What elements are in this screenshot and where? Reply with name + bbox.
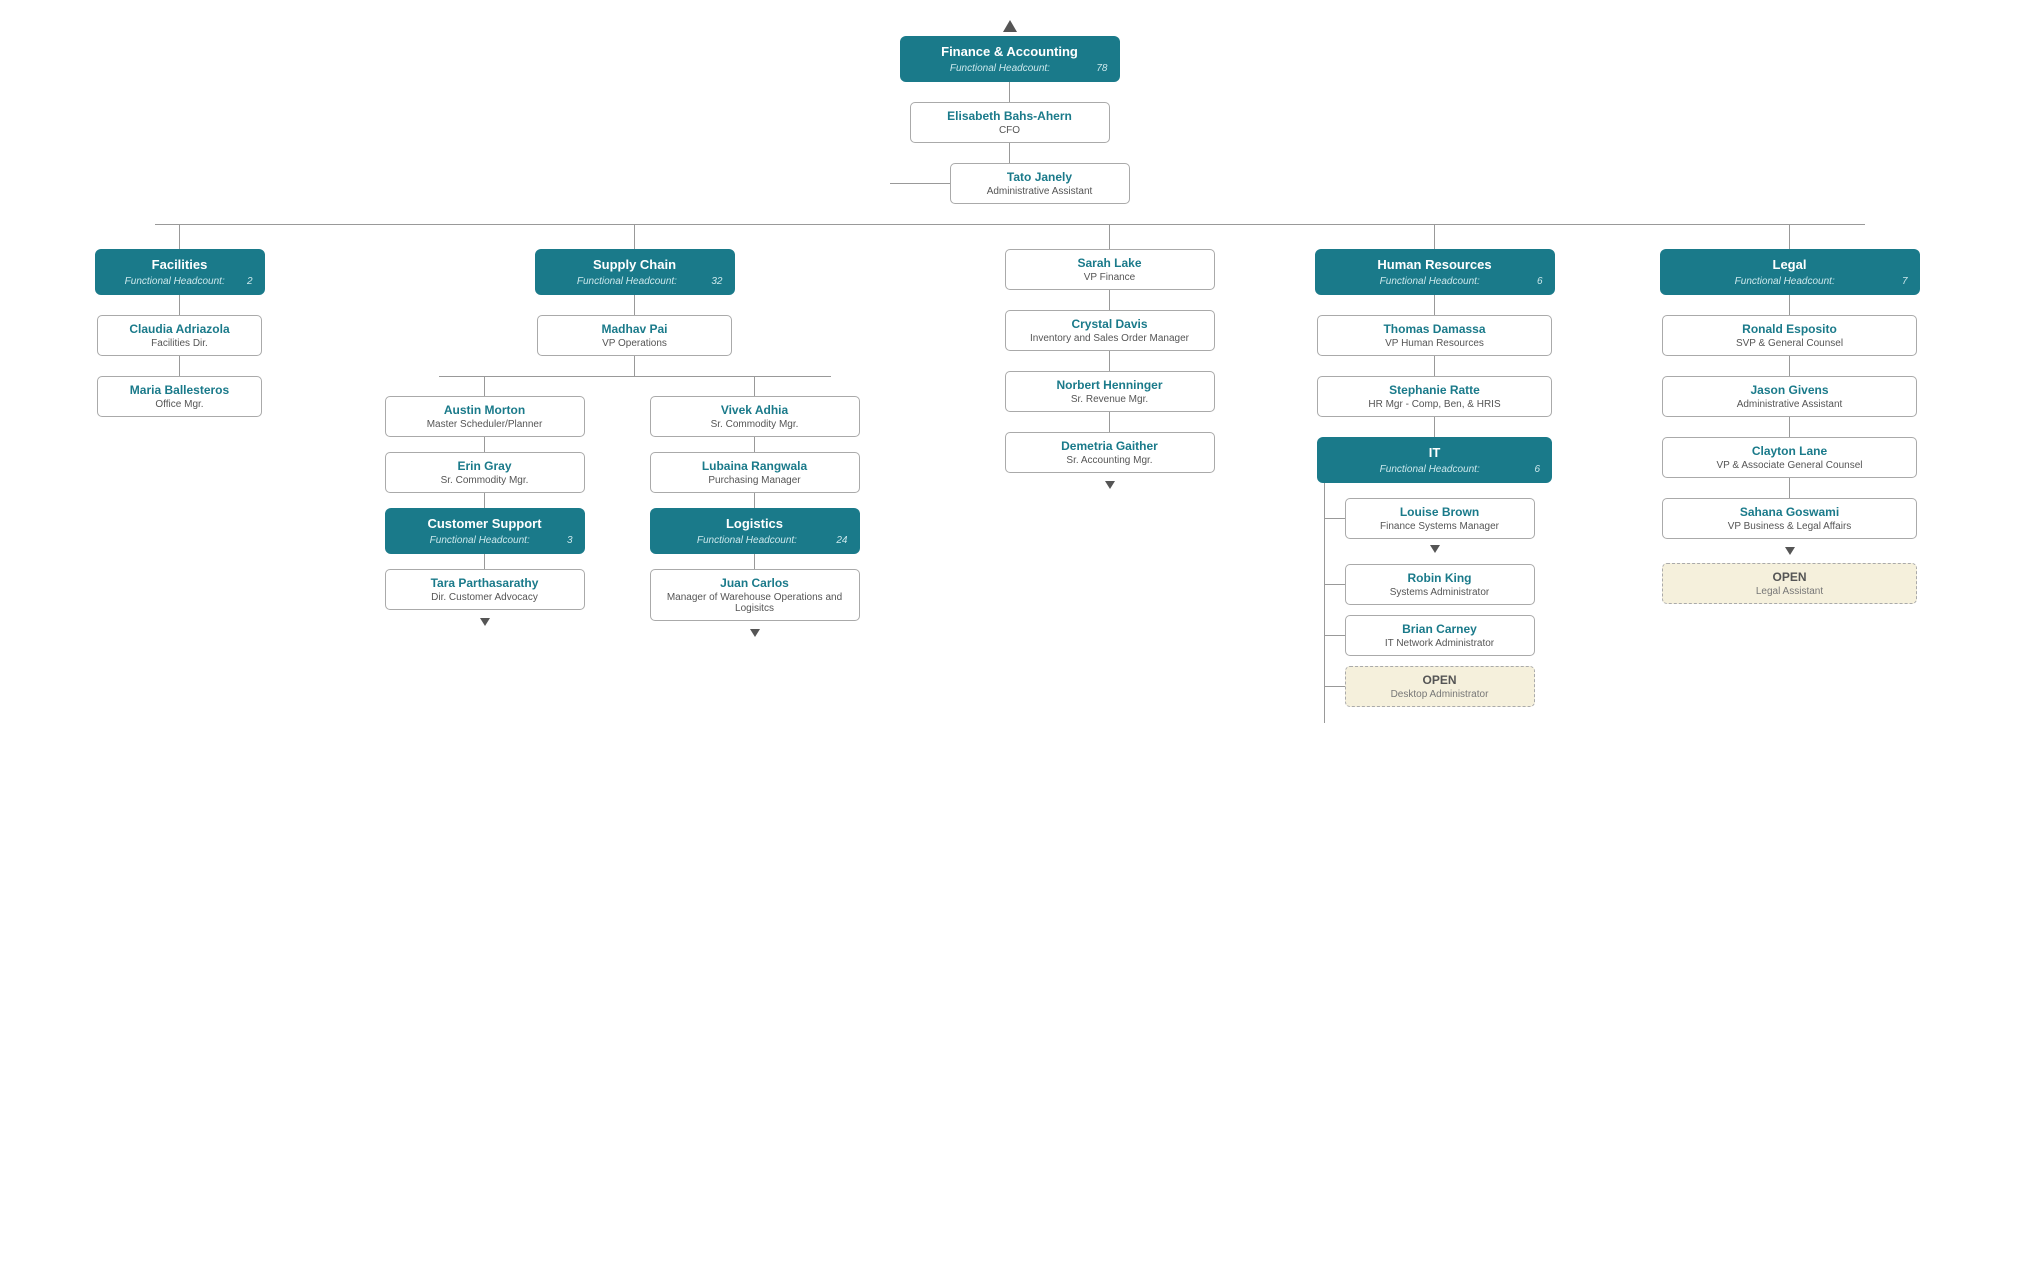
supply-chain-branch: Supply Chain Functional Headcount: 32 Ma… (355, 224, 915, 723)
cfo-asst-title: Administrative Assistant (961, 186, 1119, 197)
austin-node: Austin Morton Master Scheduler/Planner (385, 396, 585, 437)
lubaina-node: Lubaina Rangwala Purchasing Manager (650, 452, 860, 493)
vivek-node: Vivek Adhia Sr. Commodity Mgr. (650, 396, 860, 437)
dept-name: Finance & Accounting (912, 44, 1108, 59)
cfo-assistant-node: Tato Janely Administrative Assistant (950, 163, 1130, 204)
headcount-num: 78 (1096, 63, 1107, 74)
open-desktop-node: OPEN Desktop Administrator (1345, 666, 1535, 707)
headcount-label: Functional Headcount: (950, 63, 1050, 74)
connector-h-asst (890, 183, 950, 184)
juan-carlos-node: Juan Carlos Manager of Warehouse Operati… (650, 569, 860, 621)
connector-v1 (1009, 82, 1010, 102)
crystal-davis-node: Crystal Davis Inventory and Sales Order … (1005, 310, 1215, 351)
norbert-node: Norbert Henninger Sr. Revenue Mgr. (1005, 371, 1215, 412)
brian-node: Brian Carney IT Network Administrator (1345, 615, 1535, 656)
main-h-connector (155, 224, 1865, 225)
cfo-title: CFO (921, 125, 1099, 136)
connector-v2 (1009, 143, 1010, 163)
facilities-dept-node: Facilities Functional Headcount: 2 (95, 249, 265, 295)
legal-branch: Legal Functional Headcount: 7 Ronald Esp… (1650, 224, 1930, 723)
it-dept-node: IT Functional Headcount: 6 (1317, 437, 1552, 483)
finance-accounting-dept: Finance & Accounting Functional Headcoun… (900, 36, 1120, 82)
open-legal-node: OPEN Legal Assistant (1662, 563, 1917, 604)
clayton-node: Clayton Lane VP & Associate General Coun… (1662, 437, 1917, 478)
demetria-node: Demetria Gaither Sr. Accounting Mgr. (1005, 432, 1215, 473)
maria-node: Maria Ballesteros Office Mgr. (97, 376, 262, 417)
facilities-branch: Facilities Functional Headcount: 2 Claud… (90, 224, 270, 723)
stephanie-node: Stephanie Ratte HR Mgr - Comp, Ben, & HR… (1317, 376, 1552, 417)
sahana-node: Sahana Goswami VP Business & Legal Affai… (1662, 498, 1917, 539)
jason-givens-node: Jason Givens Administrative Assistant (1662, 376, 1917, 417)
thomas-node: Thomas Damassa VP Human Resources (1317, 315, 1552, 356)
top-arrow-up (1003, 20, 1017, 32)
connector-v-facilities (179, 224, 180, 249)
supply-chain-dept-node: Supply Chain Functional Headcount: 32 (535, 249, 735, 295)
logistics-dept-node: Logistics Functional Headcount: 24 (650, 508, 860, 554)
facilities-name: Facilities (107, 257, 253, 272)
hr-dept-node: Human Resources Functional Headcount: 6 (1315, 249, 1555, 295)
facilities-hc-label: Functional Headcount: (125, 276, 225, 287)
cfo-name: Elisabeth Bahs-Ahern (921, 109, 1099, 123)
sarah-lake-node: Sarah Lake VP Finance (1005, 249, 1215, 290)
erin-node: Erin Gray Sr. Commodity Mgr. (385, 452, 585, 493)
hr-branch: Human Resources Functional Headcount: 6 … (1305, 224, 1565, 723)
tara-node: Tara Parthasarathy Dir. Customer Advocac… (385, 569, 585, 610)
madhav-node: Madhav Pai VP Operations (537, 315, 732, 356)
robin-node: Robin King Systems Administrator (1345, 564, 1535, 605)
ronald-node: Ronald Esposito SVP & General Counsel (1662, 315, 1917, 356)
cfo-node: Elisabeth Bahs-Ahern CFO (910, 102, 1110, 143)
vp-finance-branch: Sarah Lake VP Finance Crystal Davis Inve… (1000, 224, 1220, 723)
facilities-hc: 2 (247, 276, 253, 287)
legal-dept-node: Legal Functional Headcount: 7 (1660, 249, 1920, 295)
claudia-node: Claudia Adriazola Facilities Dir. (97, 315, 262, 356)
louise-node: Louise Brown Finance Systems Manager (1345, 498, 1535, 539)
customer-support-dept-node: Customer Support Functional Headcount: 3 (385, 508, 585, 554)
cfo-asst-name: Tato Janely (961, 170, 1119, 184)
